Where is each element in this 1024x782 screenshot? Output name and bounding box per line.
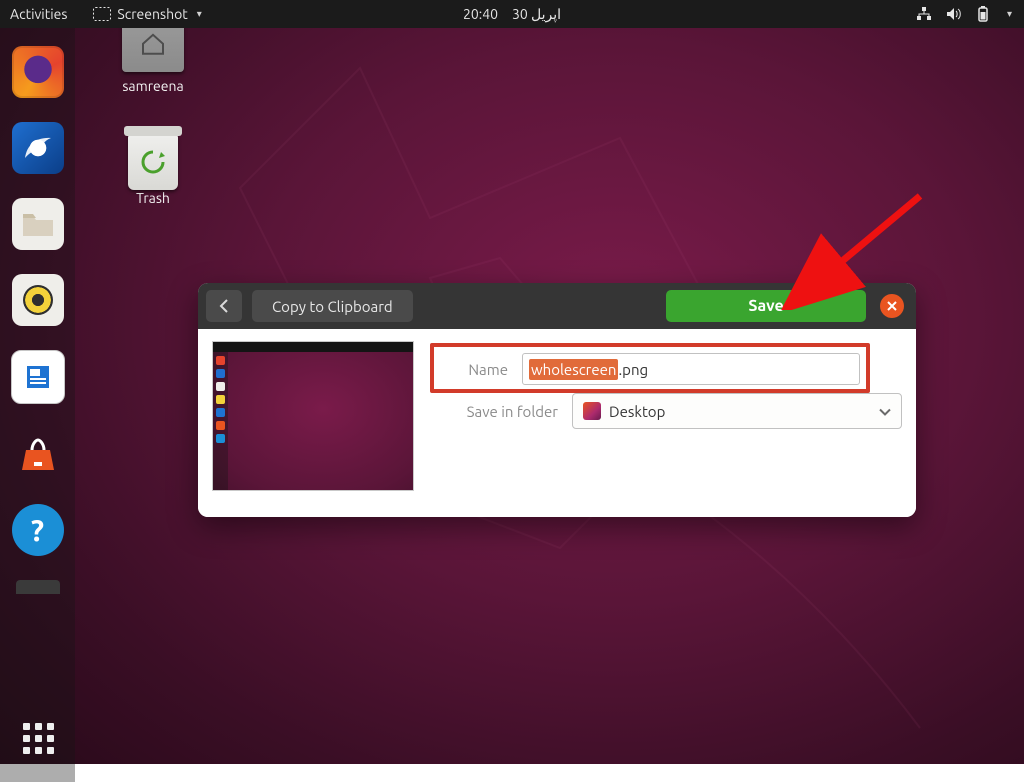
dialog-body: Name wholescreen.png Save in folder Desk… — [198, 329, 916, 517]
clock-time: 20:40 — [463, 6, 498, 22]
copy-label: Copy to Clipboard — [272, 298, 393, 315]
folder-swatch-icon — [583, 402, 601, 420]
close-button[interactable] — [880, 294, 904, 318]
screenshot-save-dialog: Copy to Clipboard Save Name — [198, 283, 916, 517]
filename-rest-part: .png — [618, 361, 648, 378]
top-bar: Activities Screenshot ▾ 20:40 اپریل 30 — [0, 0, 1024, 28]
home-icon — [140, 32, 166, 56]
screenshot-app-icon — [93, 7, 111, 21]
dock-extra-item[interactable] — [16, 580, 60, 594]
help-icon: ? — [31, 513, 44, 547]
clock-date: اپریل 30 — [512, 6, 561, 23]
activities-button[interactable]: Activities — [10, 6, 67, 22]
desktop-folder-samreena[interactable]: samreena — [105, 18, 201, 94]
chevron-down-icon: ▾ — [194, 8, 202, 20]
folder-value: Desktop — [609, 403, 665, 420]
speaker-icon — [23, 285, 53, 315]
software-icon — [14, 430, 62, 478]
dock-software[interactable] — [12, 428, 64, 480]
name-label: Name — [440, 361, 522, 378]
name-row-highlight: Name wholescreen.png — [430, 343, 870, 393]
dock: ? — [0, 28, 75, 782]
clock-area[interactable]: 20:40 اپریل 30 — [463, 6, 561, 23]
desktop-trash[interactable]: Trash — [105, 132, 201, 206]
desktop-icons: samreena Trash — [105, 18, 201, 206]
chevron-down-icon — [879, 403, 891, 420]
chevron-left-icon — [218, 299, 230, 313]
network-icon[interactable] — [916, 7, 932, 21]
show-applications-button[interactable] — [12, 712, 64, 764]
battery-icon[interactable] — [976, 5, 990, 23]
desktop-icon-label: Trash — [136, 190, 170, 206]
screenshot-preview — [212, 341, 414, 491]
dock-help[interactable]: ? — [12, 504, 64, 556]
filename-selected-part: wholescreen — [529, 359, 618, 380]
apps-grid-icon — [21, 721, 55, 755]
recycle-icon — [139, 148, 167, 176]
system-menu-chevron-icon[interactable]: ▾ — [1004, 8, 1012, 20]
volume-icon[interactable] — [946, 7, 962, 21]
dock-libreoffice-writer[interactable] — [11, 350, 65, 404]
folder-select[interactable]: Desktop — [572, 393, 902, 429]
dialog-header: Copy to Clipboard Save — [198, 283, 916, 329]
writer-icon — [21, 360, 55, 394]
save-button[interactable]: Save — [666, 290, 866, 322]
back-button[interactable] — [206, 290, 242, 322]
app-menu[interactable]: Screenshot ▾ — [93, 6, 201, 22]
save-label: Save — [748, 297, 783, 315]
dock-rhythmbox[interactable] — [12, 274, 64, 326]
dock-thunderbird[interactable] — [12, 122, 64, 174]
copy-to-clipboard-button[interactable]: Copy to Clipboard — [252, 290, 413, 322]
thunderbird-icon — [23, 135, 53, 161]
dock-firefox[interactable] — [12, 46, 64, 98]
desktop-icon-label: samreena — [122, 78, 183, 94]
folder-label: Save in folder — [430, 403, 572, 420]
filename-input[interactable]: wholescreen.png — [522, 353, 860, 385]
dock-files[interactable] — [12, 198, 64, 250]
app-menu-label: Screenshot — [117, 6, 187, 22]
files-icon — [21, 210, 55, 238]
close-icon — [886, 300, 898, 312]
